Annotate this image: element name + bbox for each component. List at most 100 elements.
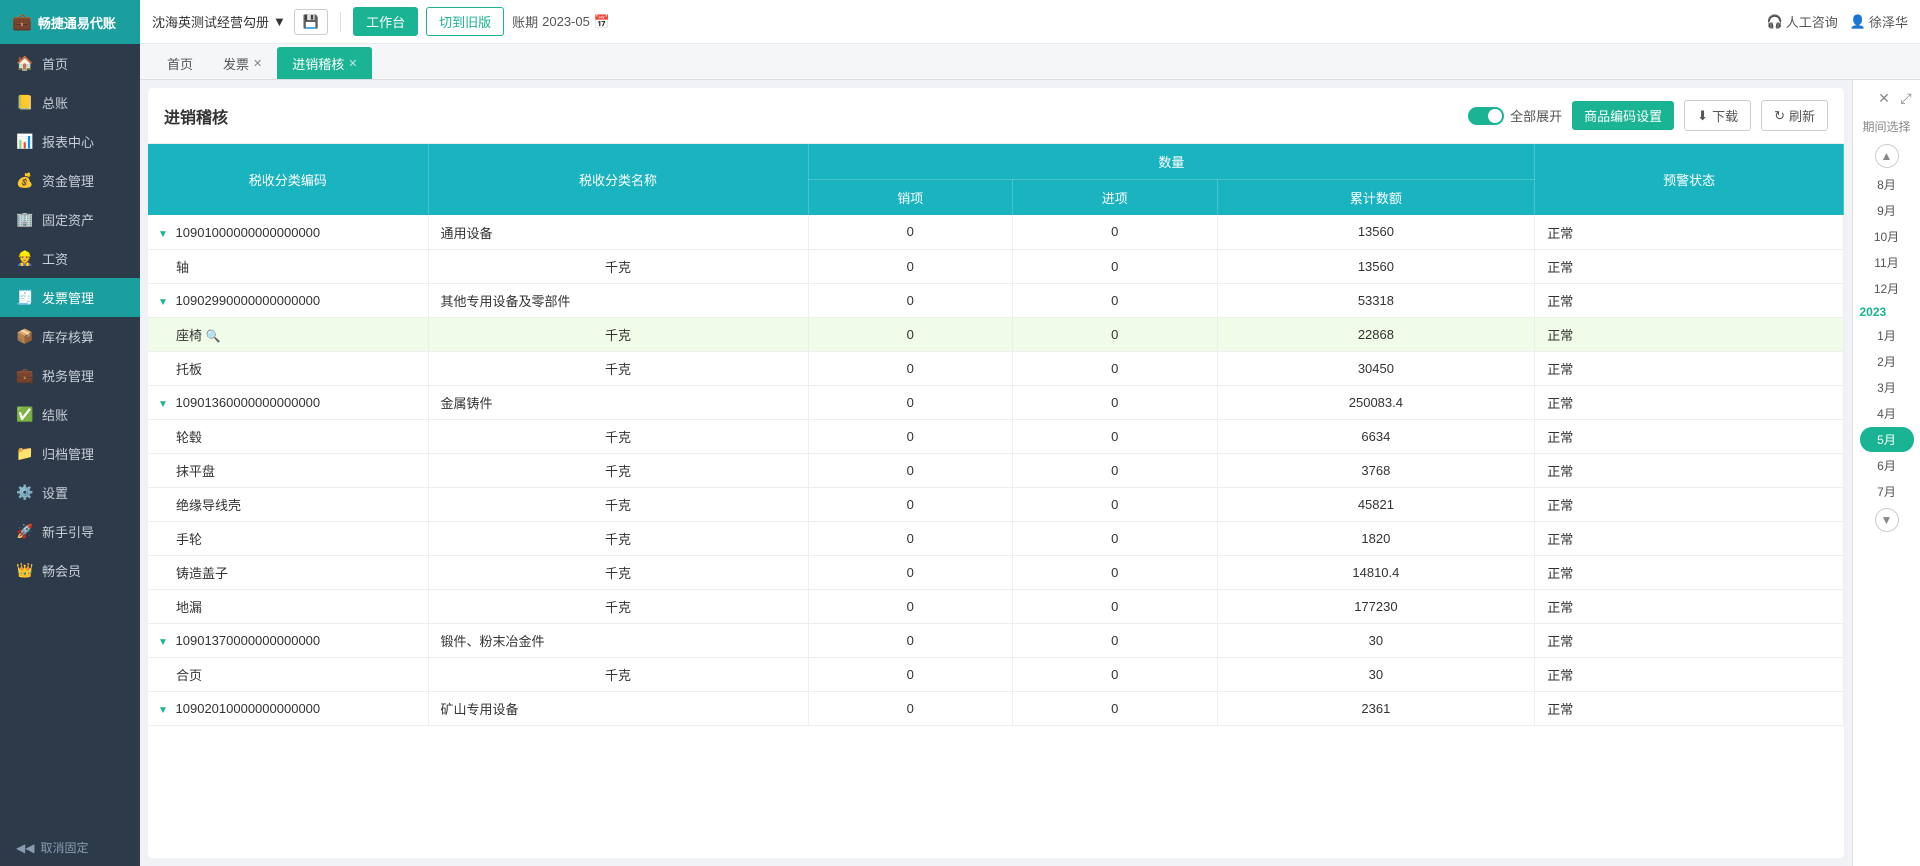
tab-close-进销稽核[interactable]: ✕ (348, 57, 357, 70)
sidebar-footer-unpin[interactable]: ◀◀ 取消固定 (0, 829, 140, 866)
sidebar-item-invoice[interactable]: 🧾 发票管理 (0, 278, 140, 317)
period-month-1月[interactable]: 1月 (1860, 323, 1914, 348)
cell-code: ▼ 10901370000000000000 (148, 623, 428, 657)
cell-name: 其他专用设备及零部件 (428, 283, 808, 317)
table-row: 轴 千克 0 0 13560 正常 (148, 249, 1844, 283)
tab-label-发票: 发票 (223, 54, 249, 73)
sidebar-item-label-reports: 报表中心 (42, 132, 94, 151)
cell-purchase: 0 (1013, 589, 1218, 623)
refresh-button[interactable]: ↻ 刷新 (1761, 100, 1828, 131)
switch-version-button[interactable]: 切到旧版 (426, 7, 504, 36)
sidebar-item-label-ledger: 总账 (42, 93, 68, 112)
topbar-right: 🎧 人工咨询 👤 徐泽华 (1767, 12, 1908, 31)
cell-status: 正常 (1535, 555, 1844, 589)
cell-purchase: 0 (1013, 623, 1218, 657)
sidebar-item-inventory[interactable]: 📦 库存核算 (0, 317, 140, 356)
user-icon: 👤 (1850, 14, 1866, 30)
sidebar-item-assets[interactable]: 🏢 固定资产 (0, 200, 140, 239)
period-month-6月[interactable]: 6月 (1860, 453, 1914, 478)
tab-首页[interactable]: 首页 (152, 47, 208, 79)
reports-icon: 📊 (16, 133, 34, 150)
collapse-icon[interactable]: ▼ (158, 705, 168, 716)
panel-top-row: ✕ ⤢ (1853, 88, 1920, 112)
sidebar-item-settings[interactable]: ⚙️ 设置 (0, 473, 140, 512)
support-link[interactable]: 🎧 人工咨询 (1767, 12, 1838, 31)
cell-sales: 0 (808, 385, 1013, 419)
collapse-icon[interactable]: ▼ (158, 229, 168, 240)
cell-purchase: 0 (1013, 453, 1218, 487)
invoice-icon: 🧾 (16, 289, 34, 306)
cell-status: 正常 (1535, 249, 1844, 283)
cell-status: 正常 (1535, 283, 1844, 317)
cell-total: 53318 (1217, 283, 1535, 317)
calendar-icon[interactable]: 📅 (594, 14, 610, 30)
sidebar-item-member[interactable]: 👑 畅会员 (0, 551, 140, 590)
cell-total: 30 (1217, 623, 1535, 657)
col-purchase: 进项 (1013, 180, 1218, 216)
period-month-8月[interactable]: 8月 (1860, 172, 1914, 197)
sidebar-item-settle[interactable]: ✅ 结账 (0, 395, 140, 434)
table-row: ▼ 10902010000000000000 矿山专用设备 0 0 2361 正… (148, 691, 1844, 725)
cell-total: 30 (1217, 657, 1535, 691)
settings-button[interactable]: 商品编码设置 (1572, 101, 1674, 130)
download-button[interactable]: ⬇ 下载 (1684, 100, 1751, 131)
tab-close-发票[interactable]: ✕ (253, 57, 262, 70)
search-icon[interactable]: 🔍 (206, 329, 221, 343)
period-month-9月[interactable]: 9月 (1860, 198, 1914, 223)
company-selector[interactable]: 沈海英测试经营勾册 ▼ (152, 12, 286, 31)
save-button[interactable]: 💾 (294, 9, 328, 35)
sidebar-item-salary[interactable]: 👷 工资 (0, 239, 140, 278)
toggle-switch[interactable] (1468, 107, 1504, 125)
period-month-3月[interactable]: 3月 (1860, 375, 1914, 400)
sidebar-item-ledger[interactable]: 📒 总账 (0, 83, 140, 122)
sidebar-item-label-settle: 结账 (42, 405, 68, 424)
table-row: ▼ 10902990000000000000 其他专用设备及零部件 0 0 53… (148, 283, 1844, 317)
panel-expand-button[interactable]: ⤢ (1896, 88, 1916, 108)
cell-code: 手轮 (148, 521, 428, 555)
main-area: 沈海英测试经营勾册 ▼ 💾 工作台 切到旧版 账期 2023-05 📅 🎧 人工… (140, 0, 1920, 866)
workbench-button[interactable]: 工作台 (353, 7, 418, 36)
period-month-7月[interactable]: 7月 (1860, 479, 1914, 504)
period-month-11月[interactable]: 11月 (1860, 250, 1914, 275)
sidebar-item-tax[interactable]: 💼 税务管理 (0, 356, 140, 395)
collapse-icon[interactable]: ▼ (158, 297, 168, 308)
cell-status: 正常 (1535, 385, 1844, 419)
sidebar-item-guide[interactable]: 🚀 新手引导 (0, 512, 140, 551)
cell-total: 3768 (1217, 453, 1535, 487)
period-month-2月[interactable]: 2月 (1860, 349, 1914, 374)
page-title: 进销稽核 (164, 104, 228, 128)
tab-进销稽核[interactable]: 进销稽核✕ (277, 47, 372, 79)
data-table: 税收分类编码 税收分类名称 数量 预警状态 销项 进项 累计数额 ▼ (148, 144, 1844, 726)
panel-close-button[interactable]: ✕ (1874, 88, 1894, 108)
period-month-10月[interactable]: 10月 (1860, 224, 1914, 249)
sidebar-item-archive[interactable]: 📁 归档管理 (0, 434, 140, 473)
app-name: 畅捷通易代账 (38, 13, 116, 32)
collapse-icon[interactable]: ▼ (158, 637, 168, 648)
period-month-5月[interactable]: 5月 (1860, 427, 1914, 452)
panel-title: 期间选择 (1858, 112, 1914, 141)
period-month-12月[interactable]: 12月 (1860, 276, 1914, 301)
right-panel: ✕ ⤢ 期间选择 ▲ 8月9月10月11月12月20231月2月3月4月5月6月… (1852, 80, 1920, 866)
sidebar-item-funds[interactable]: 💰 资金管理 (0, 161, 140, 200)
sidebar-item-home[interactable]: 🏠 首页 (0, 44, 140, 83)
cell-total: 22868 (1217, 317, 1535, 351)
period-month-4月[interactable]: 4月 (1860, 401, 1914, 426)
sidebar-item-reports[interactable]: 📊 报表中心 (0, 122, 140, 161)
scroll-down-button[interactable]: ▼ (1875, 508, 1899, 532)
toggle-all-control[interactable]: 全部展开 (1468, 106, 1562, 125)
cell-purchase: 0 (1013, 419, 1218, 453)
period-value: 2023-05 (542, 14, 590, 29)
archive-icon: 📁 (16, 445, 34, 462)
tab-发票[interactable]: 发票 ✕ (208, 47, 277, 79)
ledger-icon: 📒 (16, 94, 34, 111)
collapse-icon[interactable]: ▼ (158, 399, 168, 410)
cell-sales: 0 (808, 317, 1013, 351)
cell-name: 矿山专用设备 (428, 691, 808, 725)
scroll-up-button[interactable]: ▲ (1875, 144, 1899, 168)
cell-code: ▼ 10902010000000000000 (148, 691, 428, 725)
cell-purchase: 0 (1013, 249, 1218, 283)
sidebar-item-label-member: 畅会员 (42, 561, 81, 580)
cell-purchase: 0 (1013, 317, 1218, 351)
divider (340, 12, 341, 32)
cell-code: 座椅 🔍 (148, 317, 428, 351)
